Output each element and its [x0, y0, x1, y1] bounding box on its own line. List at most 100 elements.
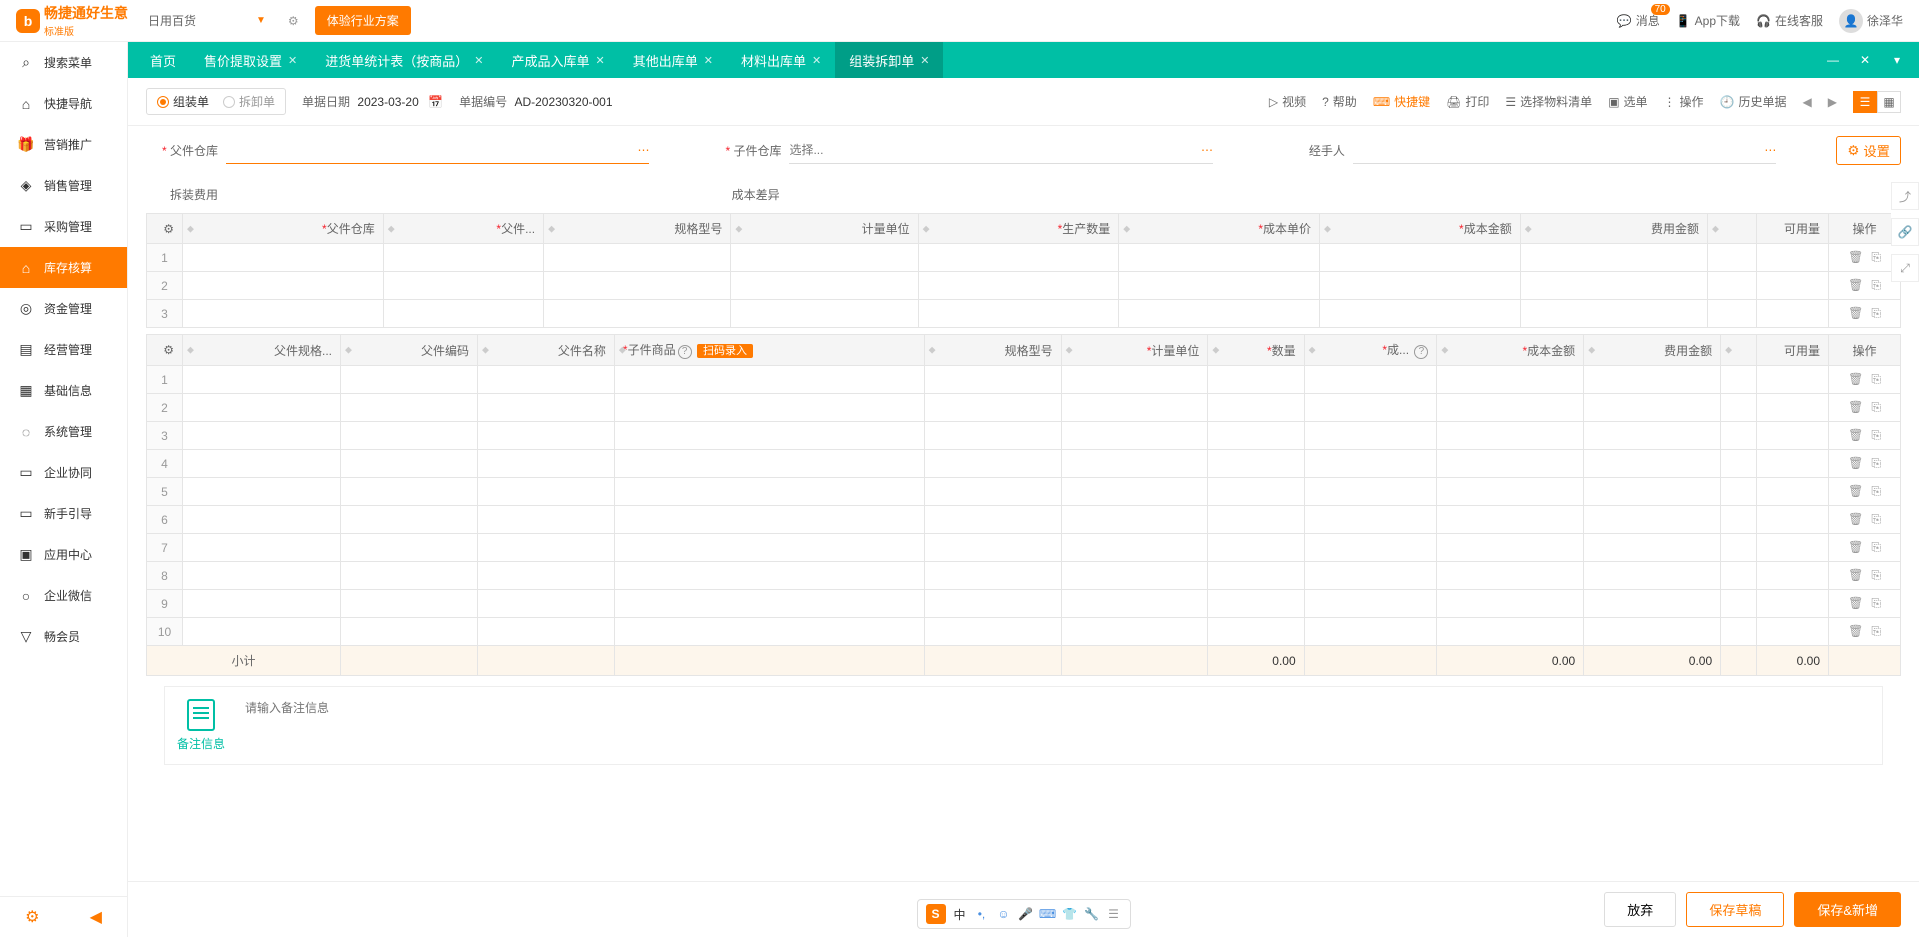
view-grid-icon[interactable]: ▦ — [1877, 91, 1901, 113]
material-list-link[interactable]: ☰选择物料清单 — [1505, 93, 1592, 110]
tab-material-out[interactable]: 材料出库单✕ — [727, 42, 835, 78]
table-row[interactable]: 1🗑⎘ — [147, 366, 1901, 394]
delete-icon[interactable]: 🗑 — [1848, 400, 1863, 414]
delete-icon[interactable]: 🗑 — [1848, 306, 1863, 320]
help-link[interactable]: ?帮助 — [1322, 93, 1357, 110]
sort-icon[interactable]: ◆ — [619, 345, 626, 356]
delete-icon[interactable]: 🗑 — [1848, 372, 1863, 386]
table-row[interactable]: 1🗑⎘ — [147, 244, 1901, 272]
ellipsis-icon[interactable]: ⋯ — [1201, 143, 1213, 157]
select-link[interactable]: ▣选单 — [1608, 93, 1647, 110]
help-icon[interactable]: ? — [1414, 345, 1428, 359]
save-draft-button[interactable]: 保存草稿 — [1686, 892, 1784, 927]
sidebar-item-business[interactable]: ▤经营管理 — [0, 329, 127, 370]
table-row[interactable]: 5🗑⎘ — [147, 478, 1901, 506]
sidebar-item-basic[interactable]: ▦基础信息 — [0, 370, 127, 411]
ellipsis-icon[interactable]: ⋯ — [1764, 143, 1776, 157]
copy-icon[interactable]: ⎘ — [1871, 596, 1881, 610]
view-list-icon[interactable]: ☰ — [1853, 91, 1877, 113]
table-row[interactable]: 2🗑⎘ — [147, 272, 1901, 300]
sort-icon[interactable]: ◆ — [1123, 223, 1130, 234]
trial-button[interactable]: 体验行业方案 — [315, 6, 411, 35]
table-row[interactable]: 3🗑⎘ — [147, 300, 1901, 328]
delete-icon[interactable]: 🗑 — [1848, 540, 1863, 554]
doc-date-value[interactable]: 2023-03-20 — [357, 95, 418, 109]
ime-skin-icon[interactable]: 👕 — [1062, 906, 1078, 922]
delete-icon[interactable]: 🗑 — [1848, 428, 1863, 442]
sidebar-collapse-icon[interactable]: ◀ — [90, 907, 102, 927]
table-row[interactable]: 7🗑⎘ — [147, 534, 1901, 562]
delete-icon[interactable]: 🗑 — [1848, 512, 1863, 526]
sort-icon[interactable]: ◆ — [735, 223, 742, 234]
sidebar-item-member[interactable]: ▽畅会员 — [0, 616, 127, 657]
copy-icon[interactable]: ⎘ — [1871, 372, 1881, 386]
copy-icon[interactable]: ⎘ — [1871, 250, 1881, 264]
delete-icon[interactable]: 🗑 — [1848, 624, 1863, 638]
table-row[interactable]: 2🗑⎘ — [147, 394, 1901, 422]
ime-lang[interactable]: 中 — [952, 906, 968, 922]
table-row[interactable]: 6🗑⎘ — [147, 506, 1901, 534]
side-up-icon[interactable]: ⤴ — [1891, 182, 1919, 210]
table-row[interactable]: 4🗑⎘ — [147, 450, 1901, 478]
disasm-fee-input[interactable] — [226, 187, 648, 201]
sort-icon[interactable]: ◆ — [1066, 345, 1073, 356]
sort-icon[interactable]: ◆ — [1525, 223, 1532, 234]
tab-finished-in[interactable]: 产成品入库单✕ — [497, 42, 618, 78]
close-icon[interactable]: ✕ — [474, 54, 483, 67]
sidebar-item-guide[interactable]: ▭新手引导 — [0, 493, 127, 534]
delete-icon[interactable]: 🗑 — [1848, 596, 1863, 610]
sort-icon[interactable]: ◆ — [345, 345, 352, 356]
sort-icon[interactable]: ◆ — [929, 345, 936, 356]
gear-header-icon[interactable]: ⚙ — [147, 214, 183, 244]
sidebar-item-search[interactable]: ⌕搜索菜单 — [0, 42, 127, 83]
sidebar-item-inventory[interactable]: ⌂库存核算 — [0, 247, 127, 288]
copy-icon[interactable]: ⎘ — [1871, 568, 1881, 582]
tab-menu-icon[interactable]: ▾ — [1883, 46, 1911, 74]
delete-icon[interactable]: 🗑 — [1848, 568, 1863, 582]
video-link[interactable]: ▷视频 — [1269, 93, 1306, 110]
copy-icon[interactable]: ⎘ — [1871, 400, 1881, 414]
sidebar-gear-icon[interactable]: ⚙ — [25, 907, 39, 927]
tab-price-setting[interactable]: 售价提取设置✕ — [190, 42, 311, 78]
close-icon[interactable]: ✕ — [704, 54, 713, 67]
copy-icon[interactable]: ⎘ — [1871, 512, 1881, 526]
copy-icon[interactable]: ⎘ — [1871, 306, 1881, 320]
category-dropdown[interactable]: 日用百货 ▼ — [148, 12, 266, 29]
table-row[interactable]: 8🗑⎘ — [147, 562, 1901, 590]
parent-wh-input[interactable] — [226, 143, 649, 157]
save-add-button[interactable]: 保存&新增 — [1794, 892, 1901, 927]
gear-icon[interactable]: ⚙ — [288, 14, 299, 28]
table-row[interactable]: 9🗑⎘ — [147, 590, 1901, 618]
remark-input[interactable] — [245, 699, 1870, 752]
ime-smile-icon[interactable]: ☺ — [996, 906, 1012, 922]
sort-icon[interactable]: ◆ — [388, 223, 395, 234]
sort-icon[interactable]: ◆ — [923, 223, 930, 234]
delete-icon[interactable]: 🗑 — [1848, 278, 1863, 292]
tab-home[interactable]: 首页 — [136, 42, 190, 78]
online-service-link[interactable]: 🎧 在线客服 — [1756, 12, 1823, 29]
copy-icon[interactable]: ⎘ — [1871, 428, 1881, 442]
table-row[interactable]: 10🗑⎘ — [147, 618, 1901, 646]
gear-header-icon[interactable]: ⚙ — [147, 335, 183, 366]
app-download-link[interactable]: 📱 App下载 — [1676, 12, 1740, 29]
messages-link[interactable]: 💬 消息 70 — [1617, 12, 1660, 29]
calendar-icon[interactable]: 📅 — [428, 95, 443, 109]
table-row[interactable]: 3🗑⎘ — [147, 422, 1901, 450]
copy-icon[interactable]: ⎘ — [1871, 278, 1881, 292]
shortcut-link[interactable]: ⌨快捷键 — [1373, 93, 1430, 110]
sidebar-item-apps[interactable]: ▣应用中心 — [0, 534, 127, 575]
delete-icon[interactable]: 🗑 — [1848, 250, 1863, 264]
scan-button[interactable]: 扫码录入 — [697, 344, 753, 358]
sort-icon[interactable]: ◆ — [187, 345, 194, 356]
close-icon[interactable]: ✕ — [596, 54, 605, 67]
sort-icon[interactable]: ◆ — [1725, 345, 1732, 356]
tab-purchase-stats[interactable]: 进货单统计表（按商品）✕ — [311, 42, 497, 78]
close-icon[interactable]: ✕ — [288, 54, 297, 67]
ellipsis-icon[interactable]: ⋯ — [637, 143, 649, 157]
side-link-icon[interactable]: 🔗 — [1891, 218, 1919, 246]
copy-icon[interactable]: ⎘ — [1871, 540, 1881, 554]
sort-icon[interactable]: ◆ — [548, 223, 555, 234]
handler-input[interactable] — [1353, 143, 1776, 157]
ime-keyboard-icon[interactable]: ⌨ — [1040, 906, 1056, 922]
sidebar-item-wechat[interactable]: ○企业微信 — [0, 575, 127, 616]
